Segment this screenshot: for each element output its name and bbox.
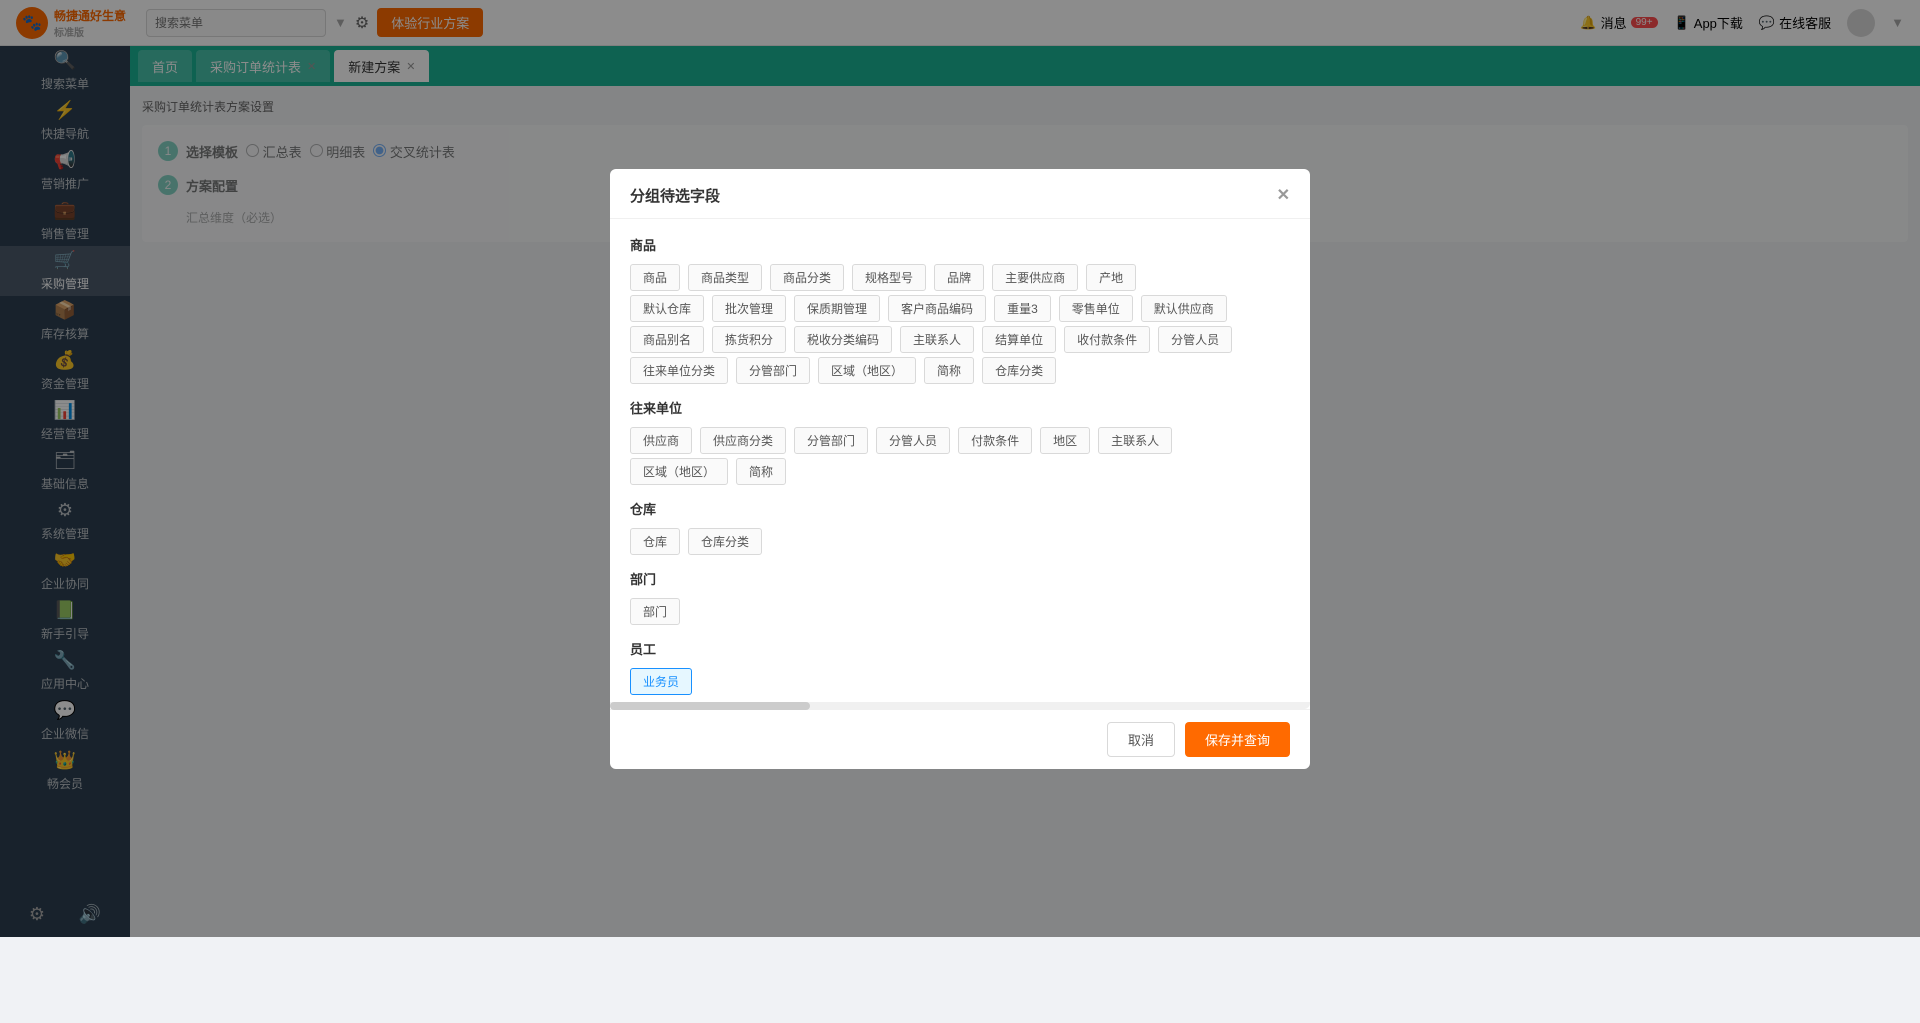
tag-supplier-cat[interactable]: 供应商分类 (700, 427, 786, 454)
tag-settle-unit[interactable]: 结算单位 (982, 326, 1056, 353)
section-warehouse-tags: 仓库 仓库分类 (630, 528, 1290, 555)
tag-salesperson[interactable]: 业务员 (630, 668, 692, 695)
tag-tax-code[interactable]: 税收分类编码 (794, 326, 892, 353)
section-partner-title: 往来单位 (630, 398, 1290, 417)
section-dept-title: 部门 (630, 569, 1290, 588)
tag-default-supplier[interactable]: 默认供应商 (1141, 295, 1227, 322)
tag-dept-mgmt[interactable]: 分管部门 (736, 357, 810, 384)
section-goods-tags3: 商品别名 拣货积分 税收分类编码 主联系人 结算单位 收付款条件 分管人员 (630, 326, 1290, 353)
tag-batch-mgmt[interactable]: 批次管理 (712, 295, 786, 322)
section-goods-title: 商品 (630, 235, 1290, 254)
tag-expiry-mgmt[interactable]: 保质期管理 (794, 295, 880, 322)
tag-main-contact[interactable]: 主联系人 (900, 326, 974, 353)
section-partner-tags2: 区域（地区） 简称 (630, 458, 1290, 485)
tag-dept[interactable]: 部门 (630, 598, 680, 625)
tag-region-goods[interactable]: 区域（地区） (818, 357, 916, 384)
tag-zone-partner[interactable]: 区域（地区） (630, 458, 728, 485)
section-goods-tags2: 默认仓库 批次管理 保质期管理 客户商品编码 重量3 零售单位 默认供应商 (630, 295, 1290, 322)
tag-payment-terms[interactable]: 收付款条件 (1064, 326, 1150, 353)
section-warehouse-title: 仓库 (630, 499, 1290, 518)
tag-brand[interactable]: 品牌 (934, 264, 984, 291)
tag-warehouse-cat[interactable]: 仓库分类 (982, 357, 1056, 384)
tag-dept-partner[interactable]: 分管部门 (794, 427, 868, 454)
tag-retail-unit[interactable]: 零售单位 (1059, 295, 1133, 322)
tag-warehouse-category[interactable]: 仓库分类 (688, 528, 762, 555)
cancel-button[interactable]: 取消 (1107, 722, 1175, 757)
confirm-button[interactable]: 保存并查询 (1185, 722, 1290, 757)
modal-title: 分组待选字段 (630, 185, 720, 206)
tag-region-partner[interactable]: 地区 (1040, 427, 1090, 454)
tag-goods[interactable]: 商品 (630, 264, 680, 291)
tag-pick-points[interactable]: 拣货积分 (712, 326, 786, 353)
modal-header: 分组待选字段 ✕ (610, 169, 1310, 219)
modal-scroll-track (610, 702, 1310, 708)
tag-goods-alias[interactable]: 商品别名 (630, 326, 704, 353)
modal-overlay: 分组待选字段 ✕ 商品 商品 商品类型 商品分类 规格型号 品牌 主要供应商 产… (0, 0, 1920, 937)
tag-goods-category[interactable]: 商品分类 (770, 264, 844, 291)
tag-main-contact-partner[interactable]: 主联系人 (1098, 427, 1172, 454)
tag-default-warehouse[interactable]: 默认仓库 (630, 295, 704, 322)
modal-dialog: 分组待选字段 ✕ 商品 商品 商品类型 商品分类 规格型号 品牌 主要供应商 产… (610, 169, 1310, 769)
tag-spec-model[interactable]: 规格型号 (852, 264, 926, 291)
tag-warehouse[interactable]: 仓库 (630, 528, 680, 555)
section-goods-tags4: 往来单位分类 分管部门 区域（地区） 简称 仓库分类 (630, 357, 1290, 384)
section-dept-tags: 部门 (630, 598, 1290, 625)
tag-pay-terms[interactable]: 付款条件 (958, 427, 1032, 454)
modal-close-icon[interactable]: ✕ (1277, 185, 1290, 205)
tag-origin[interactable]: 产地 (1086, 264, 1136, 291)
tag-manager-partner[interactable]: 分管人员 (876, 427, 950, 454)
modal-body[interactable]: 商品 商品 商品类型 商品分类 规格型号 品牌 主要供应商 产地 默认仓库 批次… (610, 219, 1310, 703)
tag-partner-category[interactable]: 往来单位分类 (630, 357, 728, 384)
tag-customer-code[interactable]: 客户商品编码 (888, 295, 986, 322)
tag-abbr-goods[interactable]: 简称 (924, 357, 974, 384)
section-partner-tags: 供应商 供应商分类 分管部门 分管人员 付款条件 地区 主联系人 (630, 427, 1290, 454)
tag-weight3[interactable]: 重量3 (994, 295, 1051, 322)
tag-manager[interactable]: 分管人员 (1158, 326, 1232, 353)
tag-goods-type[interactable]: 商品类型 (688, 264, 762, 291)
tag-main-supplier[interactable]: 主要供应商 (992, 264, 1078, 291)
section-goods-tags: 商品 商品类型 商品分类 规格型号 品牌 主要供应商 产地 (630, 264, 1290, 291)
section-employee-title: 员工 (630, 639, 1290, 658)
tag-supplier[interactable]: 供应商 (630, 427, 692, 454)
tag-abbr-partner[interactable]: 简称 (736, 458, 786, 485)
section-employee-tags: 业务员 (630, 668, 1290, 695)
modal-footer: 取消 保存并查询 (610, 709, 1310, 769)
modal-scroll-thumb (610, 702, 810, 710)
